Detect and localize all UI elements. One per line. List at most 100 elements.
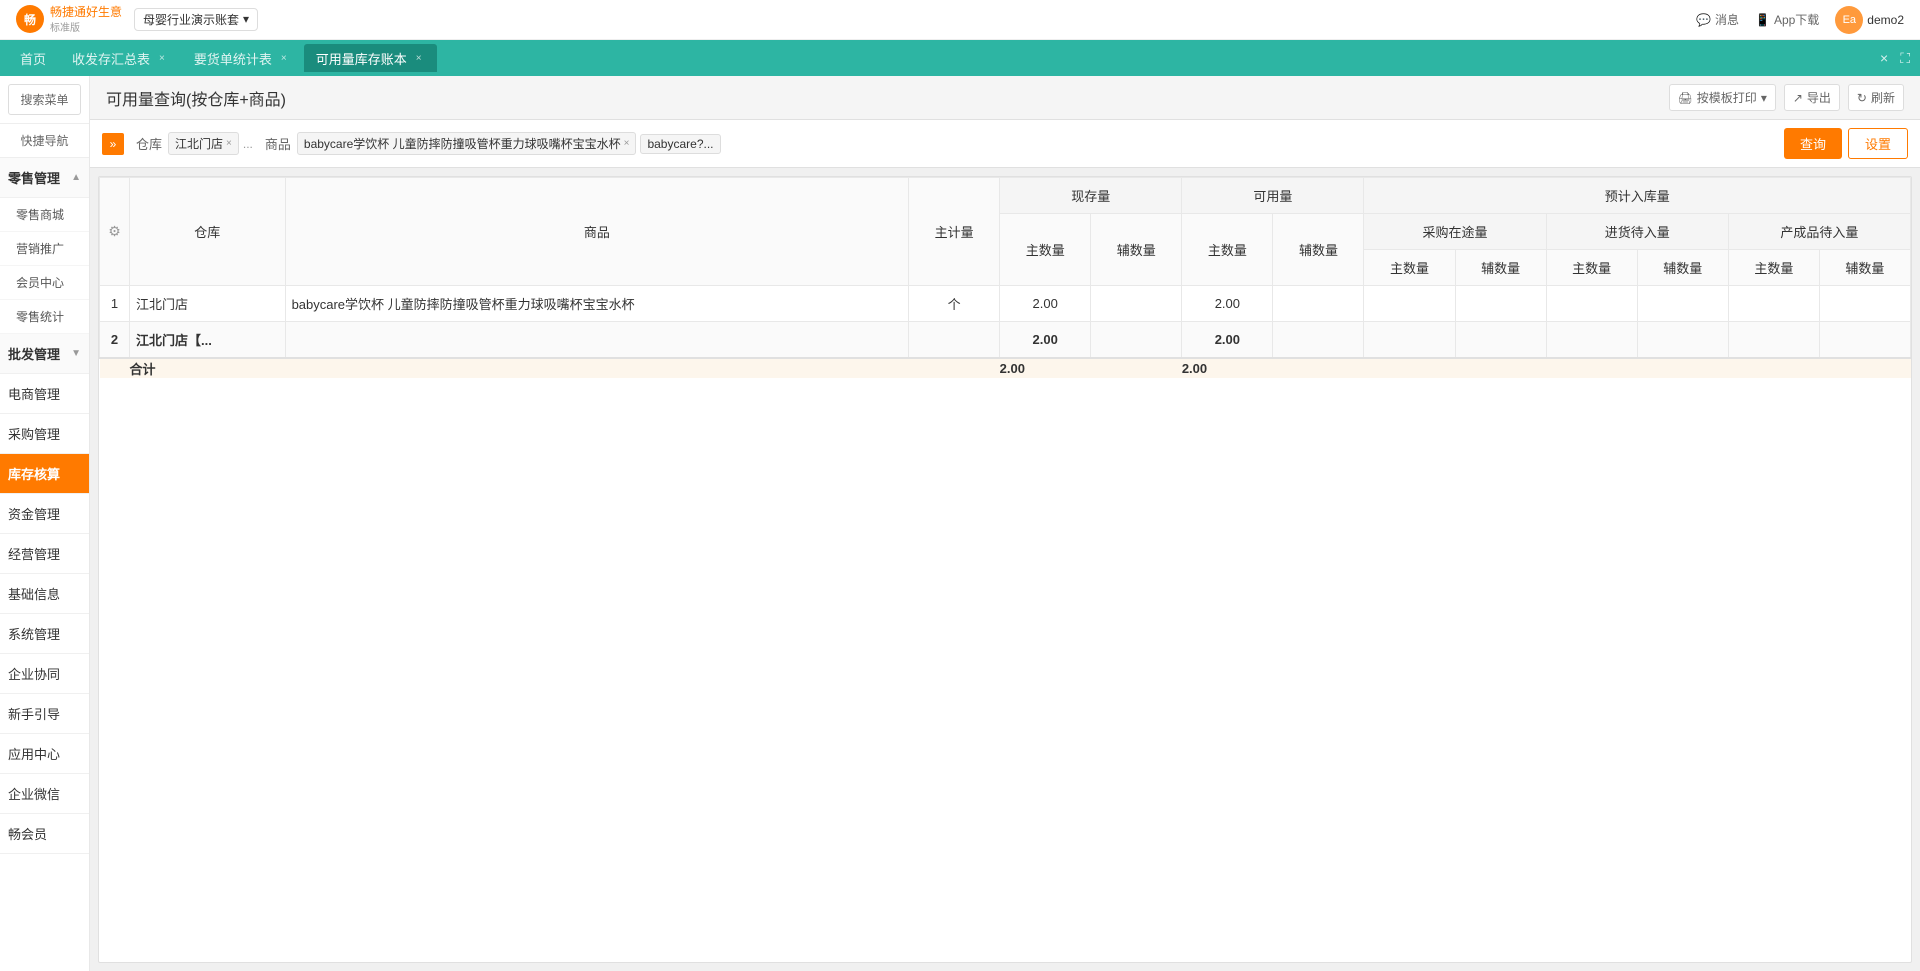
sidebar-item-wholesale[interactable]: 批发管理 ▼	[0, 334, 89, 374]
summary-stock-main: 2.00	[1000, 358, 1091, 378]
tab-home[interactable]: 首页	[8, 44, 58, 72]
print-icon: 🖨	[1678, 91, 1693, 105]
tab-available-stock-label: 可用量库存账本	[316, 49, 407, 68]
col-available-group: 可用量	[1182, 178, 1364, 214]
tab-available-stock-close[interactable]: ×	[413, 52, 425, 65]
wechat-work-label: 企业微信	[8, 784, 60, 803]
filter-actions: 查询 设置	[1784, 128, 1908, 159]
product-label: 商品	[265, 134, 291, 153]
user-area[interactable]: Ea demo2	[1835, 6, 1904, 34]
avatar: Ea	[1835, 6, 1863, 34]
newbie-label: 新手引导	[8, 704, 60, 723]
summary-incoming-aux	[1637, 358, 1728, 378]
expected-in-label: 预计入库量	[1605, 189, 1670, 204]
settings-label: 设置	[1865, 137, 1891, 152]
top-bar-right: 💬 消息 📱 App下载 Ea demo2	[1696, 6, 1904, 34]
export-label: 导出	[1807, 89, 1831, 106]
row1-stock-main: 2.00	[1000, 286, 1091, 322]
tab-summary-close[interactable]: ×	[156, 52, 168, 65]
col-avail-aux: 辅数量	[1273, 214, 1364, 286]
col-production-aux: 辅数量	[1819, 250, 1910, 286]
sidebar-item-retail-stats[interactable]: 零售统计	[0, 300, 89, 334]
sidebar-item-newbie[interactable]: 新手引导	[0, 694, 89, 734]
search-menu-button[interactable]: 搜索菜单	[8, 84, 81, 115]
sidebar-item-system[interactable]: 系统管理	[0, 614, 89, 654]
row1-avail-main: 2.00	[1182, 286, 1273, 322]
stock-aux-label: 辅数量	[1117, 243, 1156, 258]
product-tags: babycare学饮杯 儿童防摔防撞吸管杯重力球吸嘴杯宝宝水杯 × babyca…	[297, 132, 721, 155]
sidebar-item-retail-management[interactable]: 零售管理 ▲	[0, 158, 89, 198]
product-tag-1-value: babycare学饮杯 儿童防摔防撞吸管杯重力球吸嘴杯宝宝水杯	[304, 135, 621, 152]
col-purchase-transit-group: 采购在途量	[1364, 214, 1546, 250]
sidebar-item-purchase[interactable]: 采购管理	[0, 414, 89, 454]
quick-nav-button[interactable]: 快捷导航	[0, 124, 89, 158]
sidebar-item-ecommerce[interactable]: 电商管理	[0, 374, 89, 414]
col-incoming-pending-group: 进货待入量	[1546, 214, 1728, 250]
filter-toggle-button[interactable]: »	[102, 133, 124, 155]
quick-nav-label: 快捷导航	[20, 134, 68, 148]
summary-purchase-main	[1364, 358, 1455, 378]
message-button[interactable]: 💬 消息	[1696, 11, 1739, 28]
retail-stats-label: 零售统计	[16, 310, 64, 324]
sidebar-item-inventory[interactable]: 库存核算	[0, 454, 89, 494]
col-product: 商品	[285, 178, 909, 286]
product-filter-group: 商品 babycare学饮杯 儿童防摔防撞吸管杯重力球吸嘴杯宝宝水杯 × bab…	[265, 132, 721, 155]
sidebar-item-enterprise[interactable]: 企业协同	[0, 654, 89, 694]
sidebar-item-basic-info[interactable]: 基础信息	[0, 574, 89, 614]
logo-text-area: 畅捷通好生意 标准版	[50, 5, 122, 34]
refresh-label: 刷新	[1871, 89, 1895, 106]
expand-icon[interactable]: ⛶	[1898, 48, 1912, 69]
product-tag-1-close[interactable]: ×	[624, 138, 630, 149]
industry-selector[interactable]: 母婴行业演示账套 ▾	[134, 8, 258, 31]
product-tag-2-value: babycare?...	[647, 137, 713, 151]
sidebar-item-vip[interactable]: 畅会员	[0, 814, 89, 854]
purchase-main-label: 主数量	[1390, 261, 1429, 276]
row2-stock-main: 2.00	[1000, 322, 1091, 359]
sidebar-item-app-center[interactable]: 应用中心	[0, 734, 89, 774]
warehouse-more[interactable]: ...	[243, 137, 253, 151]
print-label: 按模板打印	[1697, 89, 1757, 106]
refresh-button[interactable]: ↻ 刷新	[1848, 84, 1904, 111]
print-button[interactable]: 🖨 按模板打印 ▾	[1669, 84, 1776, 111]
summary-avail-main-value: 2.00	[1182, 361, 1207, 376]
operations-label: 经营管理	[8, 544, 60, 563]
query-label: 查询	[1800, 137, 1826, 152]
row2-production-main	[1728, 322, 1819, 359]
page-header: 可用量查询(按仓库+商品) 🖨 按模板打印 ▾ ↗ 导出 ↻ 刷新	[90, 76, 1920, 120]
nav-tabs: 首页 收发存汇总表 × 要货单统计表 × 可用量库存账本 × × ⛶	[0, 40, 1920, 76]
sidebar-item-finance[interactable]: 资金管理	[0, 494, 89, 534]
tab-order-stats[interactable]: 要货单统计表 ×	[182, 44, 302, 72]
sidebar-item-wechat-work[interactable]: 企业微信	[0, 774, 89, 814]
avail-main-label: 主数量	[1208, 243, 1247, 258]
tab-summary[interactable]: 收发存汇总表 ×	[60, 44, 180, 72]
warehouse-tag-value: 江北门店	[175, 135, 223, 152]
chevron-up-icon: ▲	[71, 172, 81, 183]
tab-available-stock[interactable]: 可用量库存账本 ×	[304, 44, 437, 72]
row2-incoming-main	[1546, 322, 1637, 359]
col-purchase-aux: 辅数量	[1455, 250, 1546, 286]
nav-tabs-actions: × ⛶	[1878, 48, 1912, 69]
col-stock-main: 主数量	[1000, 214, 1091, 286]
tab-home-label: 首页	[20, 49, 46, 68]
purchase-aux-label: 辅数量	[1481, 261, 1520, 276]
sidebar-item-members[interactable]: 会员中心	[0, 266, 89, 300]
sidebar-item-retail-mall[interactable]: 零售商城	[0, 198, 89, 232]
row1-index: 1	[100, 286, 130, 322]
incoming-aux-label: 辅数量	[1663, 261, 1702, 276]
sidebar-item-operations[interactable]: 经营管理	[0, 534, 89, 574]
export-button[interactable]: ↗ 导出	[1784, 84, 1840, 111]
close-all-tabs-button[interactable]: ×	[1878, 48, 1890, 68]
refresh-icon: ↻	[1857, 91, 1867, 105]
members-label: 会员中心	[16, 276, 64, 290]
settings-button[interactable]: 设置	[1848, 128, 1908, 159]
summary-label: 合计	[130, 358, 1000, 378]
message-label: 消息	[1715, 11, 1739, 28]
sidebar-item-marketing[interactable]: 营销推广	[0, 232, 89, 266]
col-production-main: 主数量	[1728, 250, 1819, 286]
app-download-button[interactable]: 📱 App下载	[1755, 11, 1819, 28]
gear-icon[interactable]: ⚙	[108, 223, 121, 239]
query-button[interactable]: 查询	[1784, 128, 1842, 159]
warehouse-tag-close[interactable]: ×	[226, 138, 232, 149]
summary-production-main	[1728, 358, 1819, 378]
tab-order-stats-close[interactable]: ×	[278, 52, 290, 65]
